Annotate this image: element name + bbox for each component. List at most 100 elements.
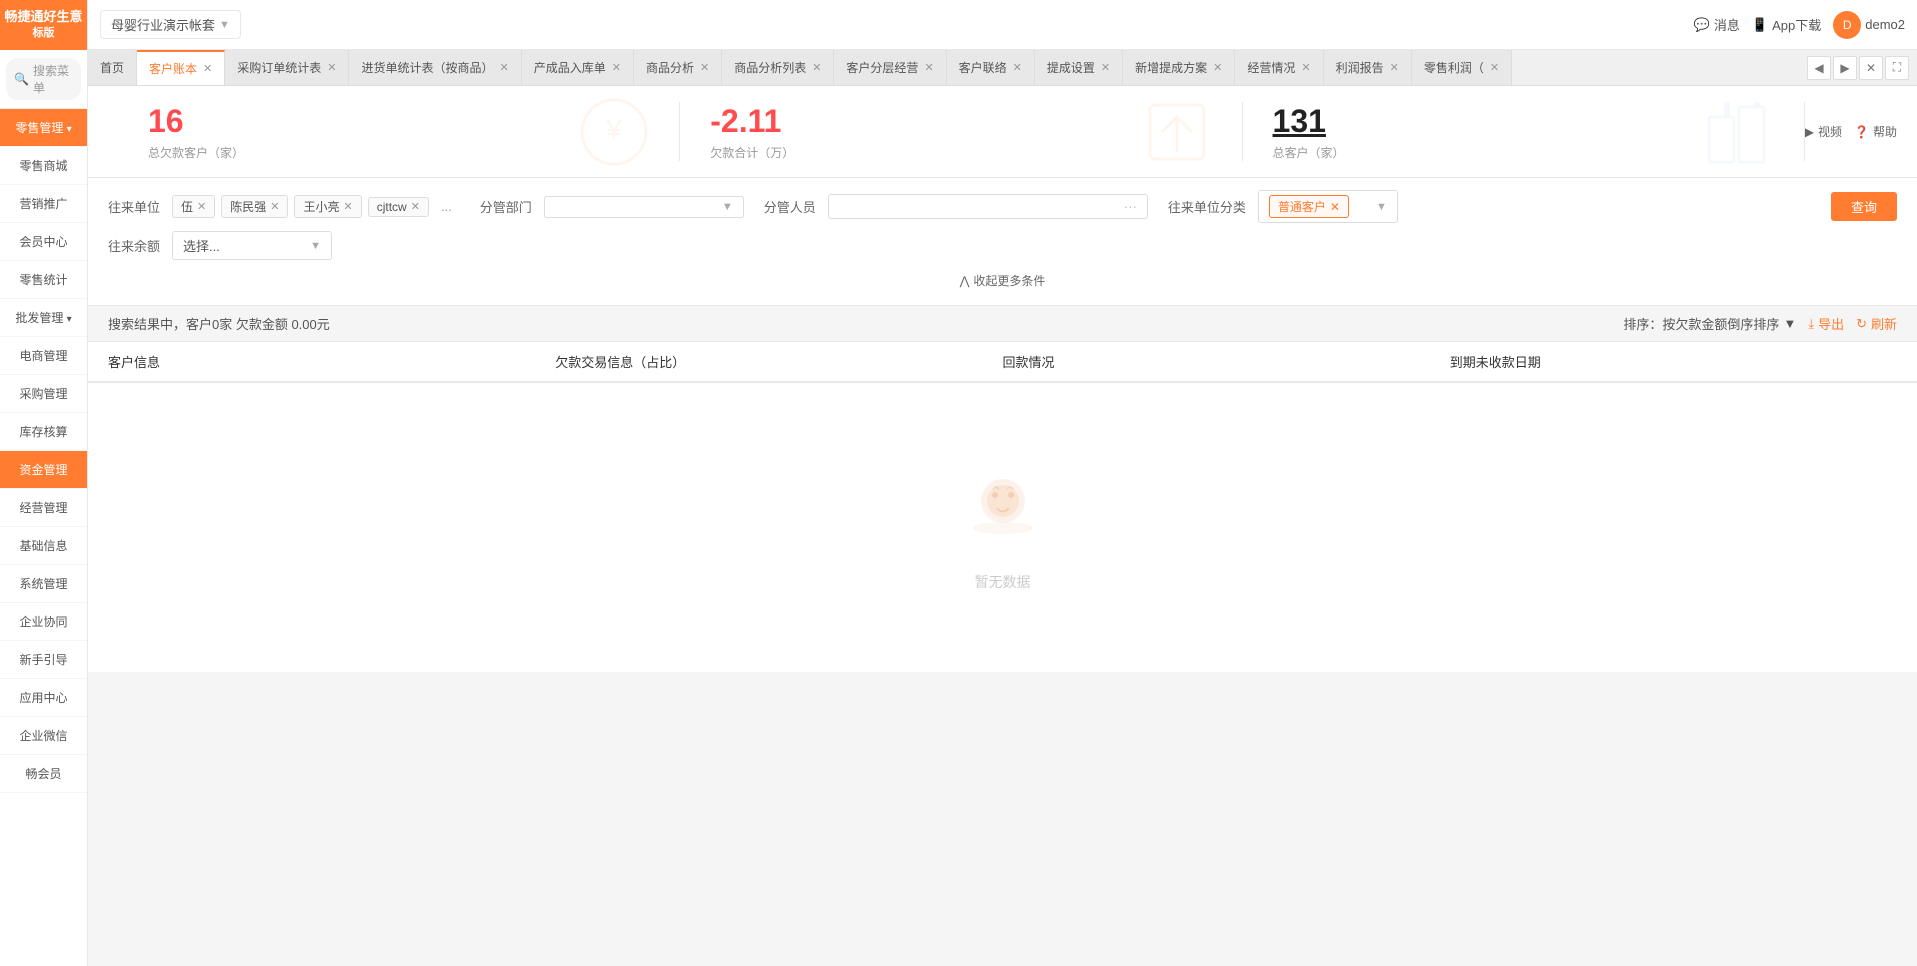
collapse-filter-label: 收起更多条件 xyxy=(973,272,1045,289)
balance-chevron-icon: ▼ xyxy=(310,240,321,252)
tab-2[interactable]: 采购订单统计表✕ xyxy=(225,50,349,86)
tab-5[interactable]: 商品分析✕ xyxy=(634,50,722,86)
filter-dept-select[interactable]: ▼ xyxy=(544,196,744,218)
sidebar-item-12[interactable]: 基础信息 xyxy=(0,527,87,565)
sidebar-item-14[interactable]: 企业协同 xyxy=(0,603,87,641)
tab-next-button[interactable]: ▶ xyxy=(1833,56,1857,80)
tab-close-icon-6[interactable]: ✕ xyxy=(812,61,821,74)
tab-close-icon-2[interactable]: ✕ xyxy=(327,61,336,74)
tab-close-icon-11[interactable]: ✕ xyxy=(1301,61,1310,74)
tab-3[interactable]: 进货单统计表（按商品） ✕ xyxy=(349,50,521,86)
unit-tag-close-3[interactable]: ✕ xyxy=(411,200,420,213)
sidebar-item-1[interactable]: 零售管理 ▾ xyxy=(0,109,87,147)
user-avatar-area[interactable]: D demo2 xyxy=(1833,11,1905,39)
video-help-button[interactable]: ▶ 视频 xyxy=(1805,123,1842,140)
tab-13[interactable]: 零售利润（✕ xyxy=(1412,50,1512,86)
sidebar-item-4[interactable]: 会员中心 xyxy=(0,223,87,261)
export-label: 导出 xyxy=(1818,314,1844,333)
tab-close-all-button[interactable]: ✕ xyxy=(1859,56,1883,80)
dept-chevron-icon: ▼ xyxy=(722,201,733,213)
export-button[interactable]: ⤓ 导出 xyxy=(1808,314,1844,333)
tab-label-4: 产成品入库单 xyxy=(534,59,606,76)
tab-9[interactable]: 提成设置✕ xyxy=(1035,50,1123,86)
stats-bar: ¥ 16 总欠款客户（家） -2.11 欠款合计（万） xyxy=(88,86,1917,178)
empty-icon xyxy=(963,463,1043,560)
logo-text-line1: 畅捷通好生意 xyxy=(4,9,82,26)
sidebar-item-13[interactable]: 系统管理 xyxy=(0,565,87,603)
filter-row-1: 往来单位 伍✕陈民强✕王小亮✕cjttcw✕ ... 分管部门 ▼ 分管人员 ·… xyxy=(108,190,1897,223)
stat-value-2: 131 xyxy=(1273,102,1326,140)
empty-state: 暂无数据 xyxy=(88,383,1917,672)
sort-selector[interactable]: 排序：按欠款金额倒序排序 ▼ xyxy=(1623,314,1796,333)
tab-close-icon-1[interactable]: ✕ xyxy=(203,62,212,75)
tab-10[interactable]: 新增提成方案✕ xyxy=(1123,50,1235,86)
tab-close-icon-8[interactable]: ✕ xyxy=(1013,61,1022,74)
tab-close-icon-3[interactable]: ✕ xyxy=(500,61,509,74)
collapse-filter-button[interactable]: ⋀ 收起更多条件 xyxy=(108,268,1897,293)
sidebar-item-9[interactable]: 库存核算 xyxy=(0,413,87,451)
tab-label-3: 进货单统计表（按商品） xyxy=(361,59,493,76)
filter-unit-tags: 伍✕陈民强✕王小亮✕cjttcw✕ xyxy=(172,195,429,218)
stat-deco-icon-3 xyxy=(1704,97,1774,167)
tab-6[interactable]: 商品分析列表✕ xyxy=(722,50,834,86)
tab-8[interactable]: 客户联络✕ xyxy=(947,50,1035,86)
tab-close-icon-12[interactable]: ✕ xyxy=(1390,61,1399,74)
tab-7[interactable]: 客户分层经营✕ xyxy=(834,50,946,86)
tab-maximize-button[interactable]: ⛶ xyxy=(1885,56,1909,80)
page-body: ¥ 16 总欠款客户（家） -2.11 欠款合计（万） xyxy=(88,86,1917,966)
sidebar-item-16[interactable]: 应用中心 xyxy=(0,679,87,717)
unit-tag-close-1[interactable]: ✕ xyxy=(270,200,279,213)
export-icon: ⤓ xyxy=(1808,316,1814,332)
filter-unit-tag-3: cjttcw✕ xyxy=(368,197,429,217)
tab-4[interactable]: 产成品入库单 ✕ xyxy=(522,50,634,86)
filter-person-input[interactable]: ··· xyxy=(828,194,1148,219)
tab-close-icon-13[interactable]: ✕ xyxy=(1490,61,1499,74)
tab-close-icon-4[interactable]: ✕ xyxy=(612,61,621,74)
tab-prev-button[interactable]: ◀ xyxy=(1807,56,1831,80)
sidebar-item-17[interactable]: 企业微信 xyxy=(0,717,87,755)
sidebar-item-6[interactable]: 批发管理 ▾ xyxy=(0,299,87,337)
top-bar: 母婴行业演示帐套 ▼ 💬 消息 📱 App下载 D demo2 xyxy=(88,0,1917,50)
tab-close-icon-5[interactable]: ✕ xyxy=(700,61,709,74)
account-selector[interactable]: 母婴行业演示帐套 ▼ xyxy=(100,10,241,39)
filter-category-select[interactable]: 普通客户 ✕ ▼ xyxy=(1258,190,1398,223)
chevron-up-icon: ⋀ xyxy=(960,274,970,288)
tab-close-icon-7[interactable]: ✕ xyxy=(924,61,933,74)
sidebar-item-11[interactable]: 经营管理 xyxy=(0,489,87,527)
tab-close-icon-10[interactable]: ✕ xyxy=(1213,61,1222,74)
unit-tag-close-0[interactable]: ✕ xyxy=(197,200,206,213)
filter-unit-tag-1: 陈民强✕ xyxy=(221,195,288,218)
sidebar-search-area: 🔍 搜索菜单 xyxy=(0,50,87,109)
tab-0[interactable]: 首页 xyxy=(88,50,137,86)
col-header-2: 回款情况 xyxy=(1003,352,1450,371)
sidebar-item-5[interactable]: 零售统计 xyxy=(0,261,87,299)
sidebar-item-8[interactable]: 采购管理 xyxy=(0,375,87,413)
help-button[interactable]: ❓ 帮助 xyxy=(1854,123,1897,140)
sidebar-item-18[interactable]: 畅会员 xyxy=(0,755,87,793)
search-menu-item[interactable]: 🔍 搜索菜单 xyxy=(6,58,81,100)
filter-category-tag: 普通客户 ✕ xyxy=(1269,195,1349,218)
filter-more-button[interactable]: ... xyxy=(441,199,452,214)
sidebar-item-15[interactable]: 新手引导 xyxy=(0,641,87,679)
sidebar-item-7[interactable]: 电商管理 xyxy=(0,337,87,375)
refresh-button[interactable]: ↻ 刷新 xyxy=(1856,314,1897,333)
unit-tag-close-2[interactable]: ✕ xyxy=(344,200,353,213)
stat-value-0: 16 xyxy=(148,102,184,140)
message-label: 消息 xyxy=(1714,15,1740,34)
app-download-button[interactable]: 📱 App下载 xyxy=(1752,15,1821,34)
sidebar-item-2[interactable]: 零售商城 xyxy=(0,147,87,185)
filter-balance-select[interactable]: 选择... ▼ xyxy=(172,231,332,260)
search-button[interactable]: 查询 xyxy=(1831,192,1897,221)
message-button[interactable]: 💬 消息 xyxy=(1694,15,1740,34)
tab-close-icon-9[interactable]: ✕ xyxy=(1101,61,1110,74)
tab-11[interactable]: 经营情况✕ xyxy=(1235,50,1323,86)
sidebar-item-3[interactable]: 营销推广 xyxy=(0,185,87,223)
data-table: 客户信息 欠款交易信息（占比） 回款情况 到期未收款日期 xyxy=(88,342,1917,672)
filter-unit-tag-2: 王小亮✕ xyxy=(294,195,361,218)
main-content: 母婴行业演示帐套 ▼ 💬 消息 📱 App下载 D demo2 首页客户账本✕采… xyxy=(88,0,1917,966)
tab-label-1: 客户账本 xyxy=(149,60,197,77)
sidebar-item-10[interactable]: 资金管理 xyxy=(0,451,87,489)
tab-12[interactable]: 利润报告✕ xyxy=(1324,50,1412,86)
filter-category-close-icon[interactable]: ✕ xyxy=(1330,200,1340,214)
tab-1[interactable]: 客户账本 ✕ xyxy=(137,50,225,86)
